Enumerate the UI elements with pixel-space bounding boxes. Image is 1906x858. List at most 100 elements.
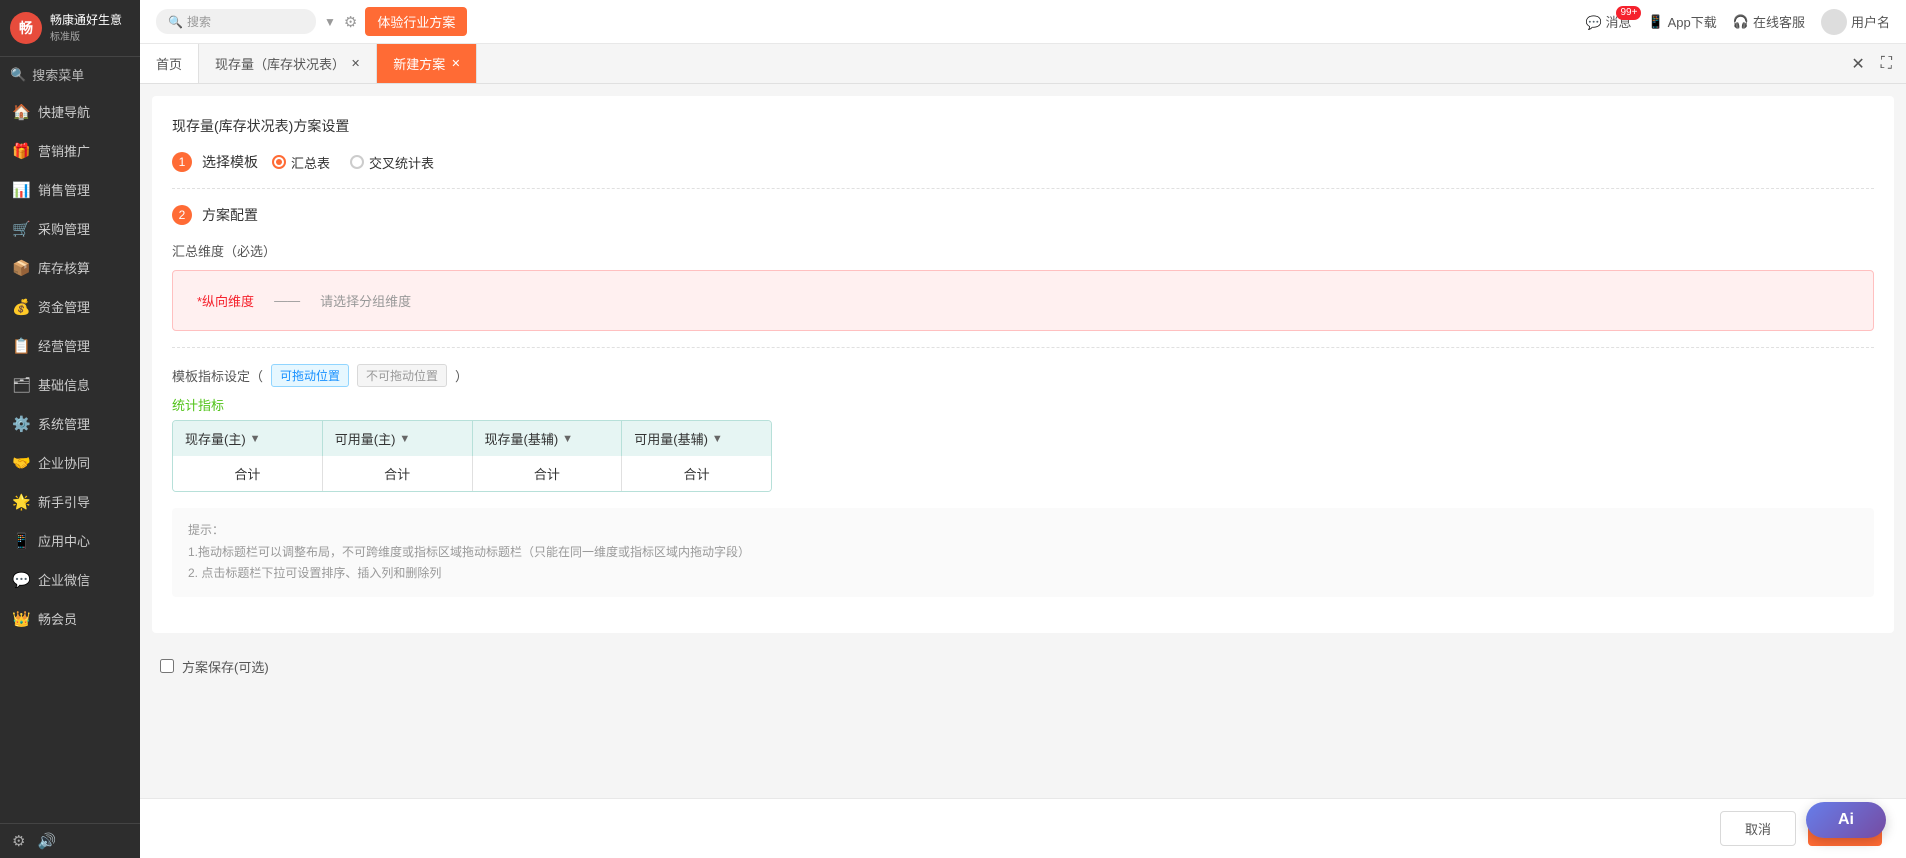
- app-download[interactable]: 📱 App下载: [1647, 12, 1716, 31]
- draggable-badge: 可拖动位置: [271, 364, 349, 387]
- stats-col-1[interactable]: 可用量(主) ▼: [323, 421, 473, 456]
- sidebar-item-cooperation[interactable]: 🤝 企业协同: [0, 443, 140, 482]
- sidebar-item-operations[interactable]: 📋 经营管理: [0, 326, 140, 365]
- sidebar-item-quick-nav[interactable]: 🏠 快捷导航: [0, 92, 140, 131]
- finance-icon: 💰: [12, 298, 30, 316]
- wechat-icon: 💬: [12, 571, 30, 589]
- gear-icon[interactable]: ⚙: [344, 13, 357, 31]
- sidebar-item-label: 系统管理: [38, 414, 90, 433]
- inventory-icon: 📦: [12, 259, 30, 277]
- operations-icon: 📋: [12, 337, 30, 355]
- sidebar-item-marketing[interactable]: 🎁 营销推广: [0, 131, 140, 170]
- app-logo-icon: 畅: [10, 12, 42, 44]
- tab-close-ctrl[interactable]: ✕: [1845, 50, 1870, 78]
- sidebar-item-onboarding[interactable]: 🌟 新手引导: [0, 482, 140, 521]
- sidebar-logo: 畅 畅康通好生意 标准版: [0, 0, 140, 57]
- chevron-3: ▼: [712, 433, 723, 445]
- message-badge[interactable]: 💬 消息 99+: [1586, 12, 1632, 31]
- chevron-0: ▼: [250, 433, 261, 445]
- online-service-label: 在线客服: [1753, 12, 1805, 31]
- stats-cell-0: 合计: [173, 456, 323, 491]
- sidebar-item-finance[interactable]: 💰 资金管理: [0, 287, 140, 326]
- sidebar-item-base-info[interactable]: 🗂 基础信息: [0, 365, 140, 404]
- sidebar-item-app-center[interactable]: 📱 应用中心: [0, 521, 140, 560]
- sidebar-item-label: 企业协同: [38, 453, 90, 472]
- sidebar: 畅 畅康通好生意 标准版 🔍 搜索菜单 🏠 快捷导航 🎁 营销推广 📊 销售管理…: [0, 0, 140, 858]
- online-service[interactable]: 🎧 在线客服: [1733, 12, 1805, 31]
- radio-summary-label: 汇总表: [291, 153, 330, 172]
- dimension-area: *纵向维度 —— 请选择分组维度: [172, 270, 1874, 331]
- sidebar-item-label: 应用中心: [38, 531, 90, 550]
- non-draggable-badge: 不可拖动位置: [357, 364, 447, 387]
- bottom-actions: 取消 查询: [140, 798, 1906, 858]
- sidebar-item-vip[interactable]: 👑 畅会员: [0, 599, 140, 638]
- sidebar-item-label: 营销推广: [38, 141, 90, 160]
- tip-2: 2. 点击标题栏下拉可设置排序、插入列和删除列: [188, 563, 1858, 585]
- dim-placeholder: 请选择分组维度: [320, 291, 411, 310]
- chevron-1: ▼: [399, 433, 410, 445]
- template-radio-group: 汇总表 交叉统计表: [272, 153, 434, 172]
- username-label: 用户名: [1851, 12, 1890, 31]
- sidebar-item-label: 采购管理: [38, 219, 90, 238]
- tab-home[interactable]: 首页: [140, 44, 199, 83]
- purchase-icon: 🛒: [12, 220, 30, 238]
- sidebar-item-label: 畅会员: [38, 609, 77, 628]
- topbar-right: 💬 消息 99+ 📱 App下载 🎧 在线客服 用户名: [1586, 9, 1890, 35]
- sidebar-search[interactable]: 🔍 搜索菜单: [0, 57, 140, 92]
- save-checkbox[interactable]: [160, 659, 174, 673]
- search-label: 搜索菜单: [32, 65, 84, 84]
- vertical-dim-label: *纵向维度: [197, 291, 254, 310]
- base-info-icon: 🗂: [12, 376, 30, 394]
- divider1: [172, 188, 1874, 189]
- stats-table-body: 合计 合计 合计 合计: [173, 456, 771, 491]
- ai-label: Ai: [1838, 811, 1854, 829]
- tab-close-new-scheme[interactable]: ✕: [451, 57, 460, 70]
- cancel-button[interactable]: 取消: [1720, 811, 1796, 846]
- sidebar-item-label: 资金管理: [38, 297, 90, 316]
- marketing-icon: 🎁: [12, 142, 30, 160]
- message-count: 99+: [1616, 6, 1641, 20]
- step1-header: 1 选择模板 汇总表 交叉统计表: [172, 152, 1874, 172]
- ai-bubble[interactable]: Ai: [1806, 802, 1886, 838]
- audio-bottom-icon[interactable]: 🔊: [37, 832, 56, 850]
- quick-nav-icon: 🏠: [12, 103, 30, 121]
- vip-icon: 👑: [12, 610, 30, 628]
- stats-col-3[interactable]: 可用量(基辅) ▼: [622, 421, 771, 456]
- sidebar-item-inventory[interactable]: 📦 库存核算: [0, 248, 140, 287]
- tips-area: 提示： 1.拖动标题栏可以调整布局，不可跨维度或指标区域拖动标题栏（只能在同一维…: [172, 508, 1874, 597]
- radio-cross[interactable]: 交叉统计表: [350, 153, 434, 172]
- tab-expand-ctrl[interactable]: ⛶: [1875, 51, 1898, 77]
- tab-close-inventory[interactable]: ✕: [351, 57, 360, 70]
- expand-icon[interactable]: ▼: [324, 15, 336, 29]
- settings-bottom-icon[interactable]: ⚙: [12, 832, 25, 850]
- radio-summary[interactable]: 汇总表: [272, 153, 330, 172]
- radio-dot-cross: [350, 155, 364, 169]
- sidebar-item-system[interactable]: ⚙️ 系统管理: [0, 404, 140, 443]
- industry-btn[interactable]: 体验行业方案: [365, 7, 467, 36]
- user-menu[interactable]: 用户名: [1821, 9, 1890, 35]
- sidebar-item-sales[interactable]: 📊 销售管理: [0, 170, 140, 209]
- stats-col-0[interactable]: 现存量(主) ▼: [173, 421, 323, 456]
- stats-table: 现存量(主) ▼ 可用量(主) ▼ 现存量(基辅) ▼ 可用量(基辅): [172, 420, 772, 492]
- user-avatar: [1821, 9, 1847, 35]
- radio-cross-label: 交叉统计表: [369, 153, 434, 172]
- main-panel: 现存量(库存状况表)方案设置 1 选择模板 汇总表 交叉统计表: [152, 96, 1894, 633]
- stats-col-2[interactable]: 现存量(基辅) ▼: [473, 421, 623, 456]
- app-download-label: App下载: [1668, 12, 1717, 31]
- sidebar-item-label: 库存核算: [38, 258, 90, 277]
- app-name: 畅康通好生意: [50, 13, 122, 29]
- sidebar-item-label: 企业微信: [38, 570, 90, 589]
- tabbar: 首页 现存量（库存状况表） ✕ 新建方案 ✕ ✕ ⛶: [140, 44, 1906, 84]
- topbar-search-box[interactable]: 🔍 搜索: [156, 9, 316, 34]
- tab-inventory-status[interactable]: 现存量（库存状况表） ✕: [199, 44, 377, 83]
- step2-header: 2 方案配置: [172, 205, 1874, 225]
- radio-dot-summary: [272, 155, 286, 169]
- sidebar-item-wechat[interactable]: 💬 企业微信: [0, 560, 140, 599]
- sidebar-item-purchase[interactable]: 🛒 采购管理: [0, 209, 140, 248]
- headset-icon: 🎧: [1733, 14, 1749, 30]
- search-text: 搜索: [187, 13, 211, 30]
- col-label-2: 现存量(基辅): [485, 429, 559, 448]
- col-label-0: 现存量(主): [185, 429, 246, 448]
- step1-num: 1: [172, 152, 192, 172]
- tab-new-scheme[interactable]: 新建方案 ✕: [377, 44, 477, 83]
